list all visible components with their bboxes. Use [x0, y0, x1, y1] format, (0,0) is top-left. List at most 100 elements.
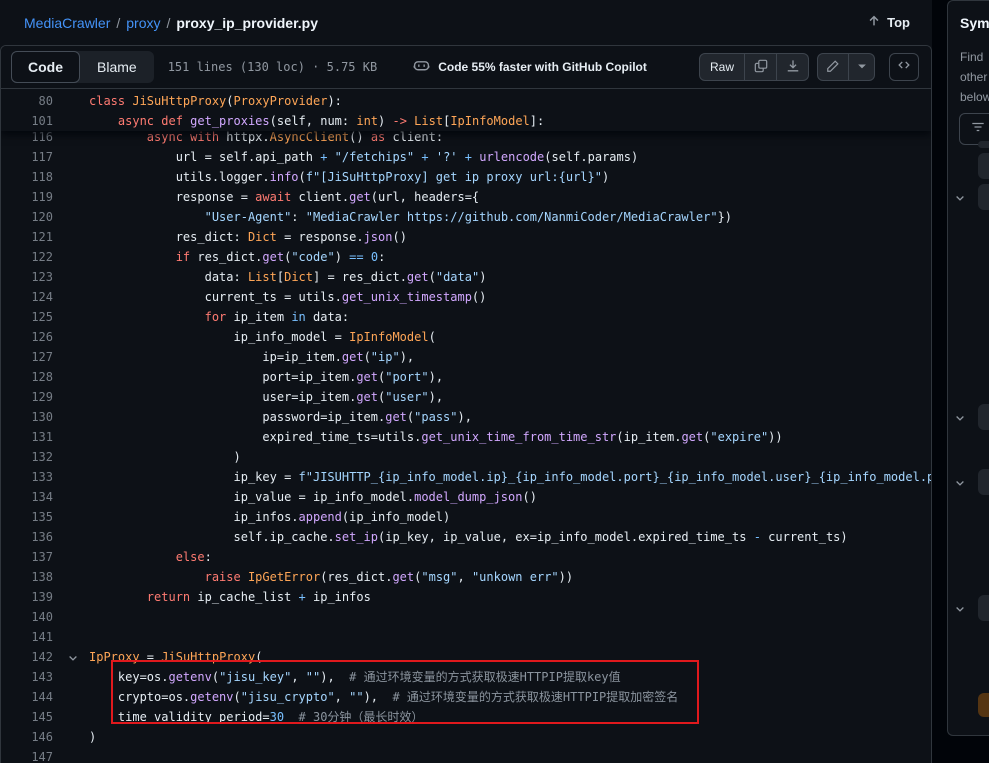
raw-copy-download-group: Raw — [699, 53, 809, 81]
line-number[interactable]: 133 — [1, 467, 53, 487]
line-number[interactable]: 147 — [1, 747, 53, 763]
line-number[interactable]: 130 — [1, 407, 53, 427]
line-number[interactable]: 126 — [1, 327, 53, 347]
line-number[interactable]: 119 — [1, 187, 53, 207]
tab-code[interactable]: Code — [11, 51, 80, 83]
tab-blame[interactable]: Blame — [80, 51, 154, 83]
line-number[interactable]: 137 — [1, 547, 53, 567]
copy-button[interactable] — [745, 53, 777, 81]
symbols-toggle-button[interactable] — [889, 53, 919, 81]
edit-dropdown-button[interactable] — [849, 53, 875, 81]
breadcrumb-separator: / — [116, 15, 120, 31]
chevron-down-icon[interactable] — [954, 476, 966, 494]
symbol-item-active[interactable] — [978, 693, 989, 717]
code-text: password=ip_item.get("pass"), — [89, 407, 472, 427]
code-blame-switcher: Code Blame — [11, 51, 154, 83]
code-line-143: 143 key=os.getenv("jisu_key", ""), # 通过环… — [1, 667, 931, 687]
breadcrumb-folder-link[interactable]: proxy — [126, 15, 160, 31]
symbol-item[interactable] — [978, 404, 989, 430]
toolbar-actions: Raw — [699, 53, 919, 81]
line-number[interactable]: 131 — [1, 427, 53, 447]
back-to-top-button[interactable]: Top — [859, 10, 918, 35]
line-number[interactable]: 117 — [1, 147, 53, 167]
code-text: ip_info_model = IpInfoModel( — [89, 327, 436, 347]
gutter — [53, 467, 89, 487]
collapse-chevron-icon[interactable] — [53, 647, 89, 667]
line-number[interactable]: 139 — [1, 587, 53, 607]
line-number[interactable]: 145 — [1, 707, 53, 727]
code-line-101: 101 async def get_proxies(self, num: int… — [1, 111, 931, 131]
line-number[interactable]: 140 — [1, 607, 53, 627]
raw-button[interactable]: Raw — [699, 53, 745, 81]
code-text: raise IpGetError(res_dict.get("msg", "un… — [89, 567, 573, 587]
symbol-item[interactable] — [978, 141, 989, 148]
gutter — [53, 267, 89, 287]
line-number[interactable]: 121 — [1, 227, 53, 247]
download-button[interactable] — [777, 53, 809, 81]
breadcrumb-separator: / — [166, 15, 170, 31]
code-line-121: 121 res_dict: Dict = response.json() — [1, 227, 931, 247]
gutter — [53, 187, 89, 207]
line-number[interactable]: 146 — [1, 727, 53, 747]
code-text: return ip_cache_list + ip_infos — [89, 587, 371, 607]
file-view-container: Code Blame 151 lines (130 loc) · 5.75 KB… — [0, 45, 932, 763]
description-line: below — [960, 87, 989, 107]
line-number[interactable]: 128 — [1, 367, 53, 387]
gutter — [53, 111, 89, 131]
line-number[interactable]: 101 — [1, 111, 53, 131]
code-lines: 116 async with httpx.AsyncClient() as cl… — [1, 90, 931, 763]
line-number[interactable]: 143 — [1, 667, 53, 687]
gutter — [53, 547, 89, 567]
line-number[interactable]: 120 — [1, 207, 53, 227]
chevron-down-icon[interactable] — [954, 191, 966, 209]
line-number[interactable]: 142 — [1, 647, 53, 667]
code-text: ip=ip_item.get("ip"), — [89, 347, 414, 367]
breadcrumb-repo-link[interactable]: MediaCrawler — [24, 15, 110, 31]
code-line-147: 147 — [1, 747, 931, 763]
code-text: key=os.getenv("jisu_key", ""), # 通过环境变量的… — [89, 667, 621, 687]
line-number[interactable]: 124 — [1, 287, 53, 307]
code-line-130: 130 password=ip_item.get("pass"), — [1, 407, 931, 427]
code-line-126: 126 ip_info_model = IpInfoModel( — [1, 327, 931, 347]
code-text: res_dict: Dict = response.json() — [89, 227, 407, 247]
code-line-133: 133 ip_key = f"JISUHTTP_{ip_info_model.i… — [1, 467, 931, 487]
copilot-banner[interactable]: Code 55% faster with GitHub Copilot — [413, 57, 647, 77]
line-number[interactable]: 144 — [1, 687, 53, 707]
code-line-127: 127 ip=ip_item.get("ip"), — [1, 347, 931, 367]
copilot-icon — [413, 57, 430, 77]
code-text: url = self.api_path + "/fetchips" + '?' … — [89, 147, 638, 167]
line-number[interactable]: 122 — [1, 247, 53, 267]
line-number[interactable]: 138 — [1, 567, 53, 587]
line-number[interactable]: 141 — [1, 627, 53, 647]
back-to-top-label: Top — [887, 15, 910, 30]
line-number[interactable]: 134 — [1, 487, 53, 507]
copilot-banner-text: Code 55% faster with GitHub Copilot — [438, 60, 647, 74]
code-area: 116 async with httpx.AsyncClient() as cl… — [1, 90, 931, 763]
chevron-down-icon[interactable] — [954, 602, 966, 620]
line-number[interactable]: 129 — [1, 387, 53, 407]
code-text: ip_value = ip_info_model.model_dump_json… — [89, 487, 537, 507]
line-number[interactable]: 118 — [1, 167, 53, 187]
symbol-item[interactable] — [978, 184, 989, 210]
symbol-item[interactable] — [978, 469, 989, 495]
code-text: utils.logger.info(f"[JiSuHttpProxy] get … — [89, 167, 609, 187]
line-number[interactable]: 135 — [1, 507, 53, 527]
symbol-item[interactable] — [978, 595, 989, 621]
edit-button[interactable] — [817, 53, 849, 81]
description-line: Find — [960, 47, 989, 67]
code-line-132: 132 ) — [1, 447, 931, 467]
code-text: if res_dict.get("code") == 0: — [89, 247, 385, 267]
sticky-scope-lines: 80class JiSuHttpProxy(ProxyProvider):101… — [1, 90, 931, 131]
line-number[interactable]: 132 — [1, 447, 53, 467]
line-number[interactable]: 136 — [1, 527, 53, 547]
symbol-item[interactable] — [978, 153, 989, 179]
code-line-137: 137 else: — [1, 547, 931, 567]
chevron-down-icon[interactable] — [954, 411, 966, 429]
line-number[interactable]: 80 — [1, 91, 53, 111]
code-line-140: 140 — [1, 607, 931, 627]
line-number[interactable]: 125 — [1, 307, 53, 327]
line-number[interactable]: 127 — [1, 347, 53, 367]
line-number[interactable]: 123 — [1, 267, 53, 287]
gutter — [53, 307, 89, 327]
caret-down-icon — [857, 60, 867, 74]
